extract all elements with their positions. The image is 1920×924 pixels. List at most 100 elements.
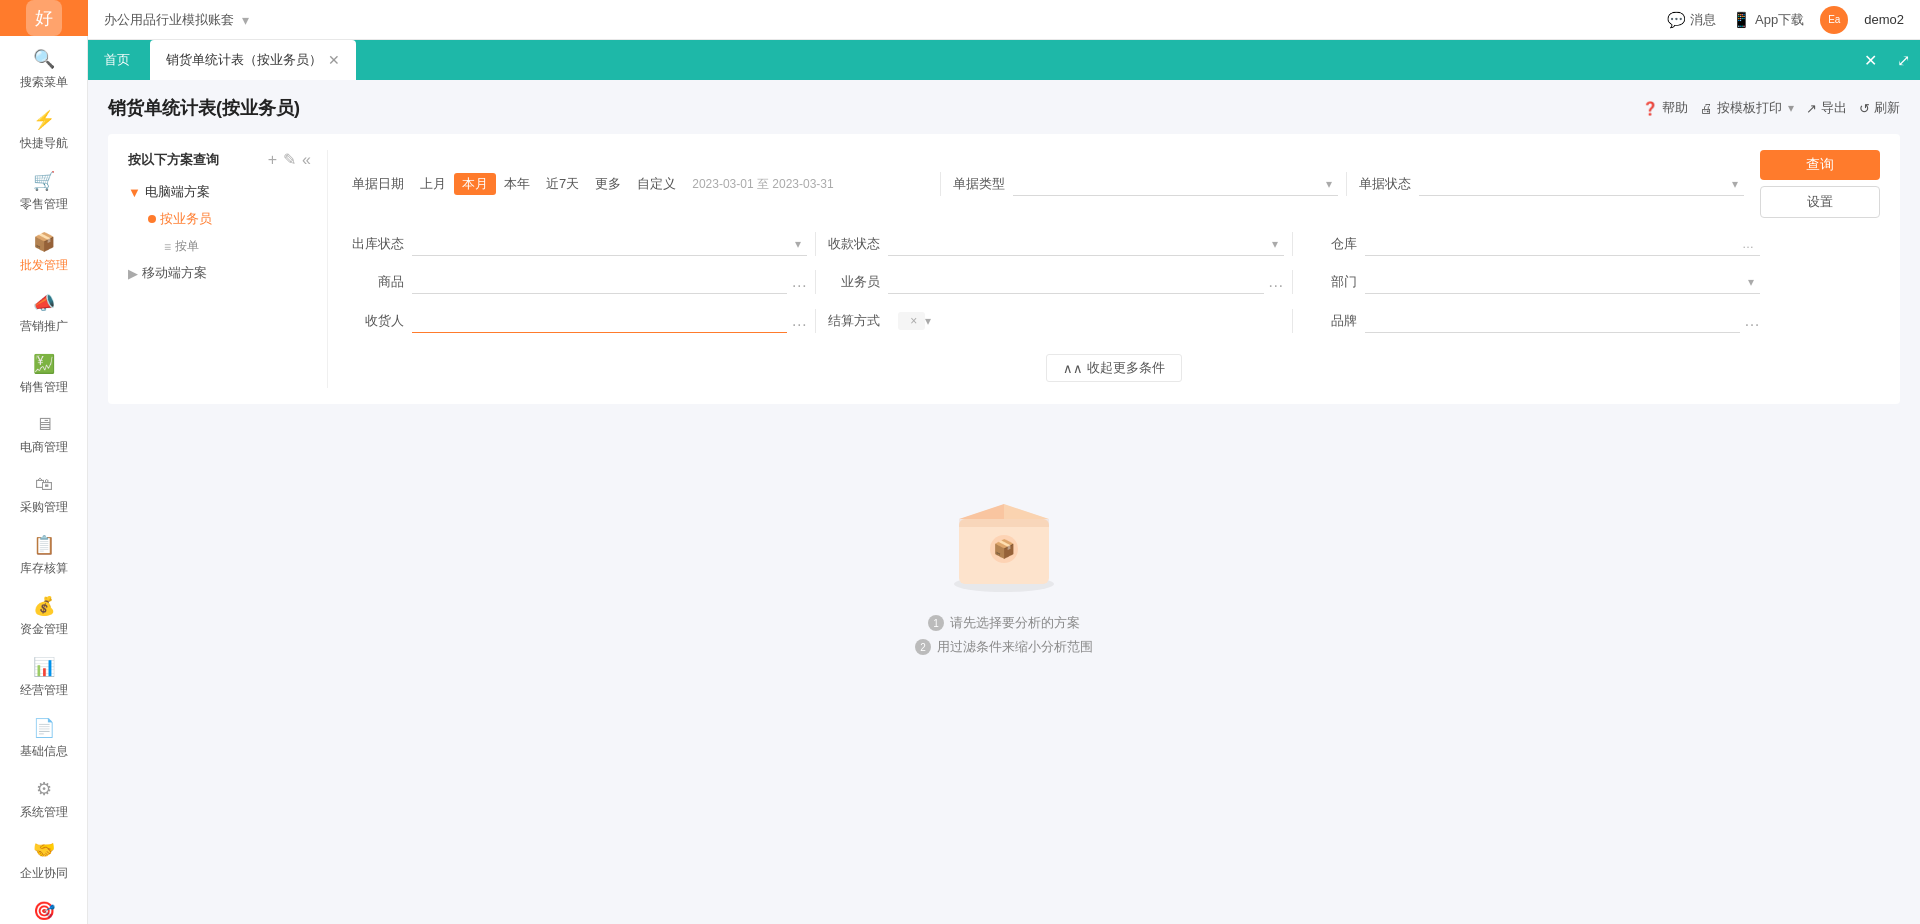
filter-date-item: 单据日期 上月 本月 本年 近7天 更多 自定义 2023-03-01 至 20…: [348, 173, 932, 195]
dept-label: 部门: [1301, 273, 1357, 291]
settlement-tag: ×: [898, 312, 925, 330]
sidebar-item-quick-nav[interactable]: ⚡ 快捷导航: [0, 99, 88, 160]
filter-salesman-item: 业务员 …: [824, 270, 1283, 294]
consignee-input[interactable]: [412, 309, 787, 333]
scheme-item-by-order[interactable]: ≡ 按单: [128, 233, 311, 260]
avatar[interactable]: Ea: [1820, 6, 1848, 34]
filter-outstatus-item: 出库状态 ▾: [348, 233, 807, 256]
consignee-dots-icon[interactable]: …: [791, 312, 807, 330]
collapse-button[interactable]: ∧∧ 收起更多条件: [1046, 354, 1182, 382]
settings-button[interactable]: 设置: [1760, 186, 1880, 218]
doctype-arrow-icon: ▾: [1326, 177, 1332, 191]
sidebar-item-newbie[interactable]: 🎯 新手引导: [0, 890, 88, 924]
warehouse-select[interactable]: …: [1365, 233, 1760, 256]
goods-input[interactable]: [412, 270, 787, 294]
outstatus-label: 出库状态: [348, 235, 404, 253]
sub-item-icon: ≡: [164, 240, 171, 254]
goods-dots-icon[interactable]: …: [791, 273, 807, 291]
date-tab-more[interactable]: 更多: [587, 173, 629, 195]
filter-settlement-item: 结算方式 × ▾: [824, 308, 1283, 334]
scheme-sidebar: 按以下方案查询 + ✎ « ▼ 电脑端方案: [128, 150, 328, 388]
date-tab-this-month[interactable]: 本月: [454, 173, 496, 195]
sidebar-item-ecommerce[interactable]: 🖥 电商管理: [0, 404, 88, 464]
sidebar-item-sales[interactable]: 💹 销售管理: [0, 343, 88, 404]
sales-icon: 💹: [33, 353, 55, 375]
sidebar-item-purchase[interactable]: 🛍 采购管理: [0, 464, 88, 524]
collapse-up-icon: ∧∧: [1063, 361, 1083, 376]
app-download-button[interactable]: 📱 App下载: [1732, 11, 1804, 29]
scheme-group-desktop: ▼ 电脑端方案 按业务员 ≡ 按单: [128, 179, 311, 260]
breadcrumb: 办公用品行业模拟账套: [104, 11, 234, 29]
scheme-edit-button[interactable]: ✎: [283, 150, 296, 169]
export-button[interactable]: ↗ 导出: [1806, 99, 1847, 117]
receivestatus-select[interactable]: ▾: [888, 233, 1283, 256]
tab-home[interactable]: 首页: [88, 40, 146, 80]
print-button[interactable]: 🖨 按模板打印 ▾: [1700, 99, 1794, 117]
logo-icon: 好: [26, 0, 62, 36]
dept-select[interactable]: ▾: [1365, 271, 1760, 294]
filter-brand-item: 品牌 …: [1301, 309, 1760, 333]
scheme-group-mobile-label[interactable]: ▶ 移动端方案: [128, 260, 311, 286]
sidebar-item-coop[interactable]: 🤝 企业协同: [0, 829, 88, 890]
doctype-select[interactable]: ▾: [1013, 173, 1338, 196]
settlement-select[interactable]: × ▾: [888, 308, 1283, 334]
date-tab-last-month[interactable]: 上月: [412, 173, 454, 195]
empty-svg: 📦: [934, 464, 1074, 594]
filter-goods-item: 商品 …: [348, 270, 807, 294]
messages-button[interactable]: 💬 消息: [1667, 11, 1716, 29]
home-tab-label: 首页: [104, 51, 130, 69]
tab-close-button[interactable]: ✕: [328, 53, 340, 67]
docstatus-arrow-icon: ▾: [1732, 177, 1738, 191]
breadcrumb-dropdown-icon[interactable]: ▾: [242, 12, 249, 28]
marketing-icon: 📣: [33, 292, 55, 314]
tabbar-right: ✕ ⤢: [1854, 51, 1920, 70]
username: demo2: [1864, 12, 1904, 27]
filter-receivestatus-item: 收款状态 ▾: [824, 233, 1283, 256]
outstatus-select[interactable]: ▾: [412, 233, 807, 256]
sidebar-item-retail[interactable]: 🛒 零售管理: [0, 160, 88, 221]
sidebar-item-system[interactable]: ⚙ 系统管理: [0, 768, 88, 829]
docstatus-select[interactable]: ▾: [1419, 173, 1744, 196]
sidebar-item-basic[interactable]: 📄 基础信息: [0, 707, 88, 768]
filter-sep-7: [815, 309, 816, 333]
salesman-label: 业务员: [824, 273, 880, 291]
sidebar-item-operation[interactable]: 📊 经营管理: [0, 646, 88, 707]
filter-row-3: 商品 … 业务员 … 部: [348, 270, 1880, 294]
export-icon: ↗: [1806, 101, 1817, 116]
filter-warehouse-item: 仓库 …: [1301, 233, 1760, 256]
topbar-left: 办公用品行业模拟账套 ▾: [104, 11, 249, 29]
scheme-item-salesman[interactable]: 按业务员: [128, 205, 311, 233]
date-tab-custom[interactable]: 自定义: [629, 173, 684, 195]
settlement-tag-close[interactable]: ×: [910, 314, 917, 328]
logo: 好: [0, 0, 88, 36]
tab-expand-button[interactable]: ⤢: [1887, 51, 1920, 70]
date-tab-7days[interactable]: 近7天: [538, 173, 587, 195]
scheme-collapse-button[interactable]: «: [302, 151, 311, 169]
refresh-button[interactable]: ↺ 刷新: [1859, 99, 1900, 117]
tab-sales-stat[interactable]: 销货单统计表（按业务员） ✕: [150, 40, 356, 80]
sidebar-item-marketing[interactable]: 📣 营销推广: [0, 282, 88, 343]
brand-input[interactable]: [1365, 309, 1740, 333]
date-label: 单据日期: [348, 175, 404, 193]
help-button[interactable]: ❓ 帮助: [1642, 99, 1688, 117]
tab-close-all-button[interactable]: ✕: [1854, 51, 1887, 70]
query-button[interactable]: 查询: [1760, 150, 1880, 180]
brand-dots-icon[interactable]: …: [1744, 312, 1760, 330]
basic-icon: 📄: [33, 717, 55, 739]
active-dot-icon: [148, 215, 156, 223]
scheme-add-button[interactable]: +: [268, 151, 277, 169]
salesman-input[interactable]: [888, 270, 1263, 294]
sidebar-item-wholesale[interactable]: 📦 批发管理: [0, 221, 88, 282]
topbar-right: 💬 消息 📱 App下载 Ea demo2: [1667, 6, 1904, 34]
filter-docstatus-item: 单据状态 ▾: [1355, 173, 1744, 196]
sidebar-item-inventory[interactable]: 📋 库存核算: [0, 524, 88, 585]
retail-icon: 🛒: [33, 170, 55, 192]
filter-sep-4: [1292, 232, 1293, 256]
filter-sep-8: [1292, 309, 1293, 333]
salesman-dots-icon[interactable]: …: [1268, 273, 1284, 291]
sidebar-item-finance[interactable]: 💰 资金管理: [0, 585, 88, 646]
sidebar-item-search[interactable]: 🔍 搜索菜单: [0, 36, 88, 99]
scheme-group-desktop-label[interactable]: ▼ 电脑端方案: [128, 179, 311, 205]
refresh-icon: ↺: [1859, 101, 1870, 116]
date-tab-this-year[interactable]: 本年: [496, 173, 538, 195]
